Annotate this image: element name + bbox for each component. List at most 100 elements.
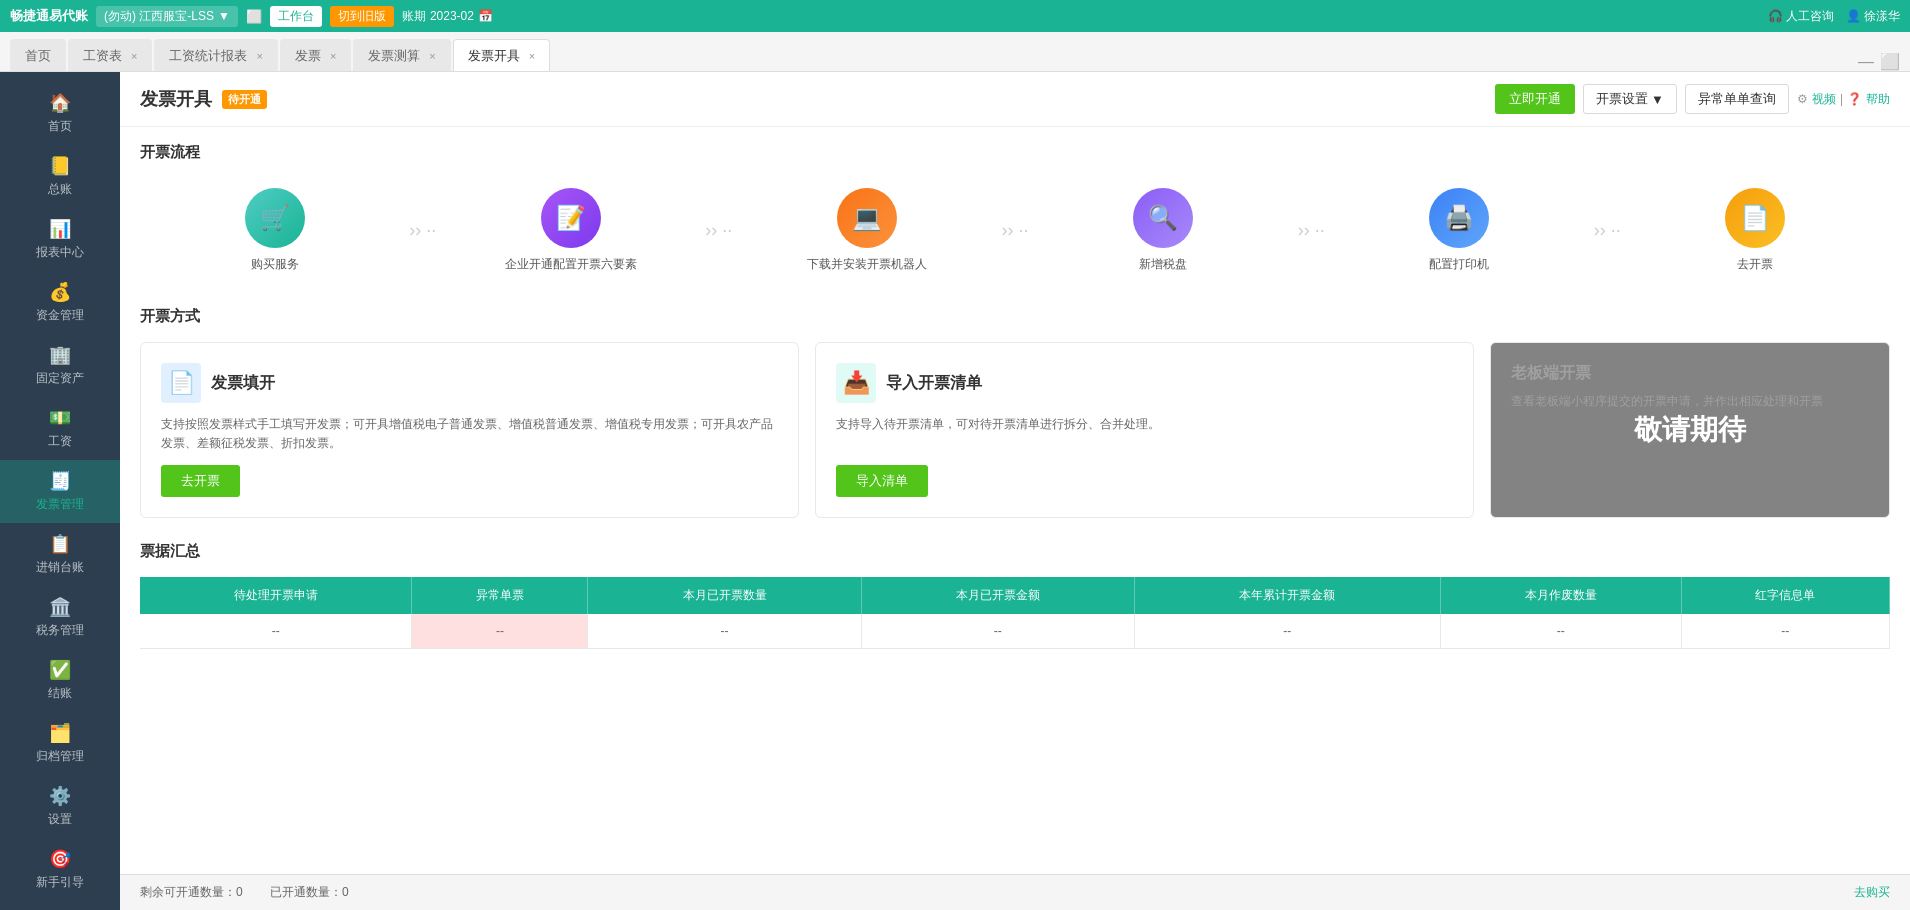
company-dropdown-icon: ▼ [218, 9, 230, 23]
content-area: 发票开具 待开通 立即开通 开票设置 ▼ 异常单单查询 ⚙ 视频 | ❓ 帮助 [120, 72, 1910, 910]
tab-salary-report-label: 工资统计报表 [169, 47, 247, 65]
stats-header-month-count: 本月已开票数量 [588, 577, 861, 614]
stats-cell-abnormal: -- [412, 614, 588, 649]
switch-old-button[interactable]: 切到旧版 [330, 6, 394, 27]
settings-gear-icon: ⚙ [1797, 92, 1808, 106]
service-button[interactable]: 🎧 人工咨询 [1768, 8, 1834, 25]
tab-invoice-issue[interactable]: 发票开具 × [453, 39, 550, 71]
tab-salary-report-close[interactable]: × [256, 50, 262, 62]
step-issue-label: 去开票 [1737, 256, 1773, 273]
tab-invoice-calc-close[interactable]: × [429, 50, 435, 62]
step-download-icon: 💻 [837, 188, 897, 248]
sidebar-item-home[interactable]: 🏠 首页 [0, 82, 120, 145]
fill-icon: 📄 [161, 363, 201, 403]
step-tax-disk: 🔍 新增税盘 [1029, 188, 1298, 273]
step-buy-label: 购买服务 [251, 256, 299, 273]
company-name: (勿动) 江西服宝-LSS [104, 8, 214, 25]
company-selector[interactable]: (勿动) 江西服宝-LSS ▼ [96, 6, 238, 27]
stats-cell-month-amount: -- [861, 614, 1134, 649]
sidebar-item-member[interactable]: 👑 畅会员 [0, 901, 120, 910]
footer: 剩余可开通数量：0 已开通数量：0 去购买 [120, 874, 1910, 910]
sidebar-item-funds[interactable]: 💰 资金管理 [0, 271, 120, 334]
step-buy-service: 🛒 购买服务 [140, 188, 409, 273]
tab-home[interactable]: 首页 [10, 39, 66, 71]
tab-invoice-calc-label: 发票测算 [368, 47, 420, 65]
status-badge: 待开通 [222, 90, 267, 109]
stats-cell-pending: -- [140, 614, 412, 649]
step-issue-icon: 📄 [1725, 188, 1785, 248]
sidebar-invoice-label: 发票管理 [36, 496, 84, 513]
fill-open-button[interactable]: 去开票 [161, 465, 240, 497]
assets-icon: 🏢 [49, 344, 71, 366]
tab-invoice-calc[interactable]: 发票测算 × [353, 39, 450, 71]
immediate-open-button[interactable]: 立即开通 [1495, 84, 1575, 114]
minimize-icon[interactable]: — [1858, 53, 1874, 71]
workflow-section: 开票流程 🛒 购买服务 ›› ·· 📝 企业开通配置开票六要素 ›› ·· 💻 … [140, 143, 1890, 283]
sidebar-item-ledger[interactable]: 📒 总账 [0, 145, 120, 208]
step-config-icon: 📝 [541, 188, 601, 248]
tab-invoice-issue-close[interactable]: × [529, 50, 535, 62]
sidebar-item-reports[interactable]: 📊 报表中心 [0, 208, 120, 271]
video-label[interactable]: 视频 [1812, 91, 1836, 108]
maximize-icon[interactable]: ⬜ [1880, 52, 1900, 71]
guide-icon: 🎯 [49, 848, 71, 870]
abnormal-query-button[interactable]: 异常单单查询 [1685, 84, 1789, 114]
top-bar: 畅捷通易代账 (勿动) 江西服宝-LSS ▼ ⬜ 工作台 切到旧版 账期 202… [0, 0, 1910, 32]
stats-cell-red-info: -- [1681, 614, 1889, 649]
buy-link[interactable]: 去购买 [1854, 884, 1890, 901]
workbench-button[interactable]: 工作台 [270, 6, 322, 27]
sidebar-item-invoice[interactable]: 🧾 发票管理 [0, 460, 120, 523]
archive-icon: 🗂️ [49, 722, 71, 744]
method-card-fill: 📄 发票填开 支持按照发票样式手工填写开发票；可开具增值税电子普通发票、增值税普… [140, 342, 799, 518]
stats-header-abnormal: 异常单票 [412, 577, 588, 614]
settings-icon: ⚙️ [49, 785, 71, 807]
app-logo: 畅捷通易代账 [10, 7, 88, 25]
method-card-import-header: 📥 导入开票清单 [836, 363, 1453, 403]
header-actions: 立即开通 开票设置 ▼ 异常单单查询 ⚙ 视频 | ❓ 帮助 [1495, 84, 1890, 114]
step-printer-icon: 🖨️ [1429, 188, 1489, 248]
tab-salary-close[interactable]: × [131, 50, 137, 62]
settings-arrow-icon: ▼ [1651, 92, 1664, 107]
copy-button[interactable]: ⬜ [246, 9, 262, 24]
user-info[interactable]: 👤 徐漾华 [1846, 8, 1900, 25]
calendar-icon[interactable]: 📅 [478, 9, 493, 23]
fill-desc: 支持按照发票样式手工填写开发票；可开具增值税电子普通发票、增值税普通发票、增值税… [161, 415, 778, 453]
help-label[interactable]: 帮助 [1866, 91, 1890, 108]
coming-soon-text: 敬请期待 [1634, 411, 1746, 449]
tab-invoice-close[interactable]: × [330, 50, 336, 62]
tab-invoice-label: 发票 [295, 47, 321, 65]
sidebar-settings-label: 设置 [48, 811, 72, 828]
stats-data-row: -- -- -- -- -- -- -- [140, 614, 1890, 649]
stats-cell-void-count: -- [1440, 614, 1681, 649]
method-section-title: 开票方式 [140, 307, 1890, 326]
step-arrow-3: ›› ·· [1002, 220, 1029, 241]
sidebar-salary-label: 工资 [48, 433, 72, 450]
salary-icon: 💵 [49, 407, 71, 429]
sidebar-home-label: 首页 [48, 118, 72, 135]
sidebar-item-archive[interactable]: 🗂️ 归档管理 [0, 712, 120, 775]
tab-salary-report[interactable]: 工资统计报表 × [154, 39, 277, 71]
import-list-button[interactable]: 导入清单 [836, 465, 928, 497]
sidebar-item-checkout[interactable]: ✅ 结账 [0, 649, 120, 712]
stats-cell-month-count: -- [588, 614, 861, 649]
tab-salary[interactable]: 工资表 × [68, 39, 152, 71]
tab-invoice-issue-label: 发票开具 [468, 47, 520, 65]
ticket-settings-button[interactable]: 开票设置 ▼ [1583, 84, 1677, 114]
sidebar-item-assets[interactable]: 🏢 固定资产 [0, 334, 120, 397]
top-bar-right: 🎧 人工咨询 👤 徐漾华 [1768, 8, 1900, 25]
import-title: 导入开票清单 [886, 373, 982, 394]
old-client-card: 老板端开票 查看老板端小程序提交的开票申请，并作出相应处理和开票 敬请期待 [1490, 342, 1890, 518]
tab-invoice[interactable]: 发票 × [280, 39, 351, 71]
stats-header-month-amount: 本月已开票金额 [861, 577, 1134, 614]
sidebar-reports-label: 报表中心 [36, 244, 84, 261]
sidebar-item-sales[interactable]: 📋 进销台账 [0, 523, 120, 586]
main-layout: 🏠 首页 📒 总账 📊 报表中心 💰 资金管理 🏢 固定资产 💵 工资 🧾 发票… [0, 72, 1910, 910]
sidebar-item-guide[interactable]: 🎯 新手引导 [0, 838, 120, 901]
sidebar-item-settings[interactable]: ⚙️ 设置 [0, 775, 120, 838]
window-controls: — ⬜ [1858, 52, 1900, 71]
sidebar-item-tax[interactable]: 🏛️ 税务管理 [0, 586, 120, 649]
footer-stats: 剩余可开通数量：0 已开通数量：0 [140, 884, 349, 901]
sidebar-sales-label: 进销台账 [36, 559, 84, 576]
sidebar-item-salary[interactable]: 💵 工资 [0, 397, 120, 460]
period-label: 账期 [402, 8, 426, 25]
